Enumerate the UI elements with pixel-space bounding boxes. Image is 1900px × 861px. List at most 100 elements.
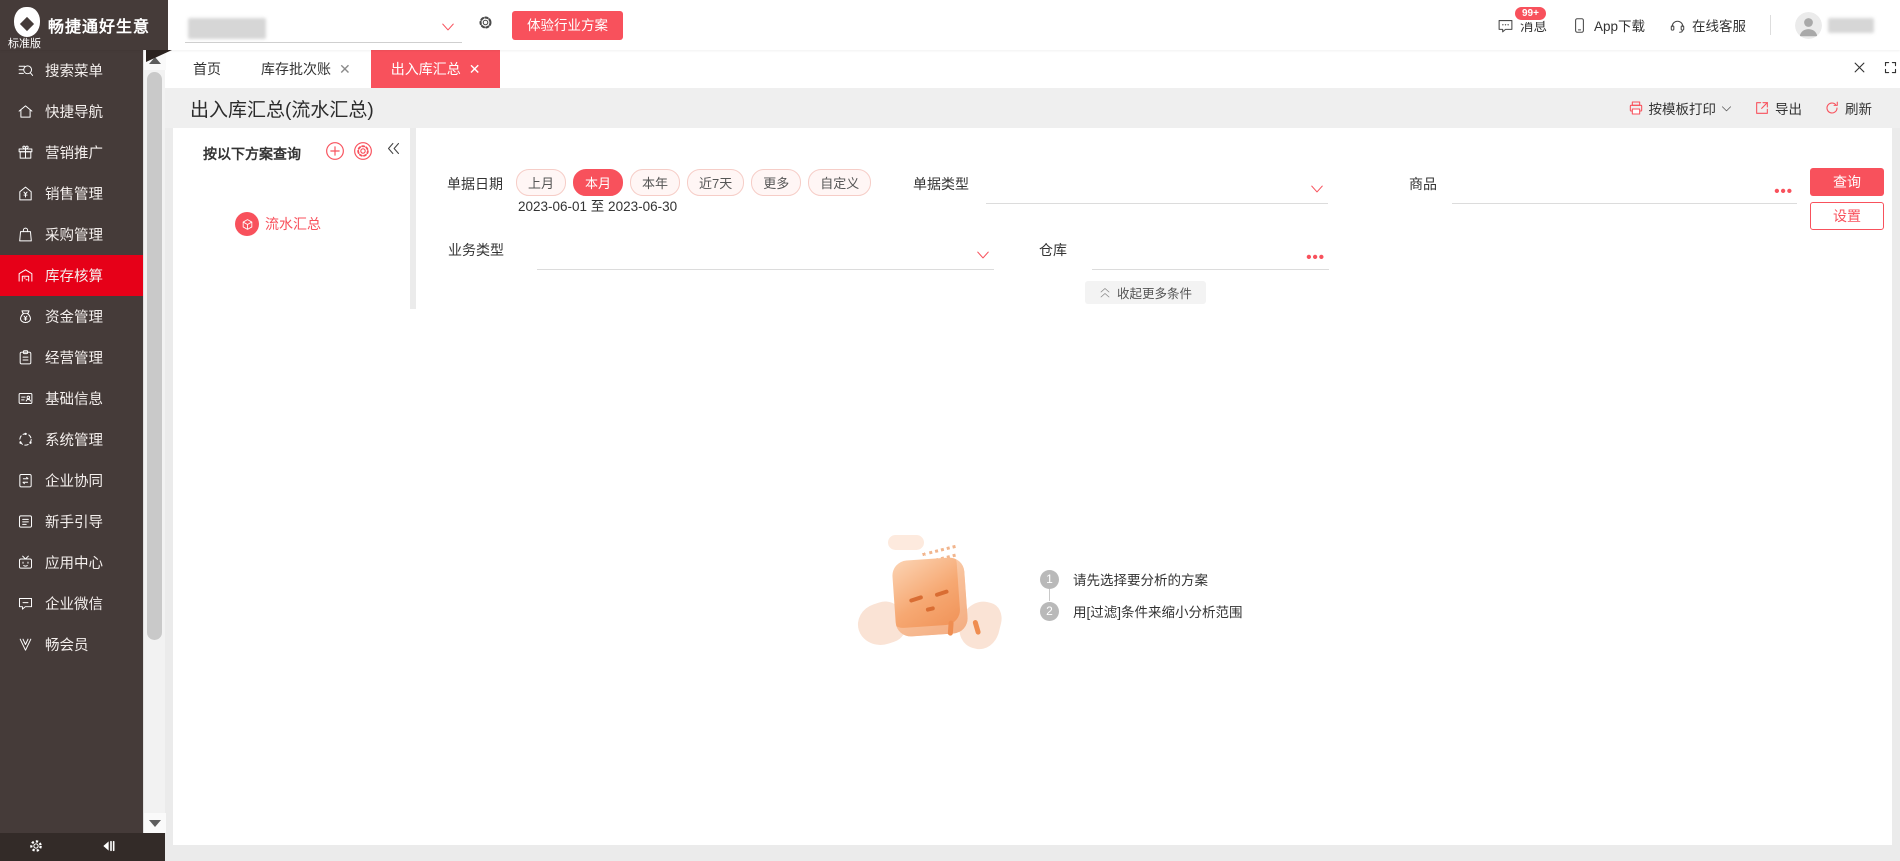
title-bar: 出入库汇总(流水汇总) 按模板打印 导出 刷新: [165, 88, 1900, 128]
print-label: 按模板打印: [1648, 102, 1717, 117]
step-number-badge: 2: [1040, 601, 1059, 621]
logo-block: 畅捷通好生意 标准版: [0, 0, 168, 50]
date-pill-group: 上月 本月 本年 近7天 更多 自定义: [516, 169, 872, 196]
chevron-down-icon[interactable]: [976, 247, 990, 263]
date-pill-custom[interactable]: 自定义: [808, 169, 872, 196]
brand-edition: 标准版: [8, 38, 41, 50]
close-icon[interactable]: [1852, 60, 1867, 78]
collapse-sidebar-icon[interactable]: [100, 838, 116, 857]
marketing-icon: [18, 145, 33, 159]
report-area: 1 请先选择要分析的方案 2 用[过滤]条件来缩小分析范围: [173, 309, 1892, 845]
date-pill-last-7-days[interactable]: 近7天: [687, 169, 745, 196]
sidebar-item-member[interactable]: 畅会员: [0, 624, 143, 665]
close-tab-icon[interactable]: ✕: [469, 62, 481, 76]
double-chevron-up-icon: [1100, 288, 1110, 298]
collapse-panel-icon[interactable]: [386, 141, 404, 161]
empty-box-illustration: [852, 535, 1006, 655]
main-area: 首页 库存批次账 ✕ 出入库汇总 ✕ 出入库汇总(流水汇总) 按模板打印 导出 …: [165, 50, 1900, 861]
chevron-down-icon[interactable]: [441, 19, 455, 35]
scrollbar-thumb[interactable]: [147, 72, 162, 640]
collapse-more-conditions-button[interactable]: 收起更多条件: [1085, 281, 1207, 304]
biz-type-select[interactable]: [537, 234, 994, 270]
date-pill-more[interactable]: 更多: [751, 169, 802, 196]
chevron-down-icon[interactable]: [1310, 181, 1324, 197]
sidebar-item-wechat[interactable]: 企业微信: [0, 583, 143, 624]
sidebar-item-inventory[interactable]: 库存核算: [0, 255, 143, 296]
date-pill-this-year[interactable]: 本年: [630, 169, 681, 196]
settings-gear-icon[interactable]: [28, 838, 44, 857]
sidebar-item-label: 营销推广: [45, 146, 103, 162]
sidebar-item-operations[interactable]: 经营管理: [0, 337, 143, 378]
query-button[interactable]: 查询: [1810, 168, 1884, 196]
close-tab-icon[interactable]: ✕: [339, 62, 351, 76]
tab-inout-summary[interactable]: 出入库汇总 ✕: [370, 50, 501, 88]
scroll-down-arrow-icon[interactable]: [144, 813, 166, 833]
fullscreen-icon[interactable]: [1883, 60, 1898, 78]
export-button[interactable]: 导出: [1754, 98, 1802, 118]
sidebar-item-collaboration[interactable]: 企业协同: [0, 460, 143, 501]
sidebar-item-label: 搜索菜单: [45, 64, 103, 80]
chevron-down-icon[interactable]: [1721, 101, 1732, 116]
scheme-item-flow-summary[interactable]: 流水汇总: [235, 212, 321, 236]
doc-type-select[interactable]: [986, 168, 1328, 204]
wechat-icon: [18, 598, 33, 610]
printer-icon: [1629, 101, 1642, 115]
sidebar-item-funds[interactable]: 资金管理: [0, 296, 143, 337]
message-icon: [1497, 17, 1514, 34]
sidebar-item-search-menu[interactable]: 搜索菜单: [0, 50, 143, 91]
add-scheme-icon[interactable]: [325, 141, 345, 161]
divider: [1770, 15, 1771, 35]
scheme-settings-icon[interactable]: [353, 141, 373, 161]
sidebar-item-label: 系统管理: [45, 433, 103, 449]
sidebar-item-label: 畅会员: [45, 638, 89, 654]
sidebar-item-quick-nav[interactable]: 快捷导航: [0, 91, 143, 132]
empty-state-steps: 1 请先选择要分析的方案 2 用[过滤]条件来缩小分析范围: [1040, 563, 1243, 627]
sidebar-item-system[interactable]: 系统管理: [0, 419, 143, 460]
doc-type-label: 单据类型: [913, 176, 969, 192]
online-service-item[interactable]: 在线客服: [1669, 15, 1746, 35]
scheme-panel-title: 按以下方案查询: [203, 146, 301, 162]
warehouse-input[interactable]: •••: [1092, 234, 1329, 270]
date-range-value[interactable]: 2023-06-01 至 2023-06-30: [518, 195, 677, 215]
purchase-icon: [19, 227, 32, 242]
refresh-button[interactable]: 刷新: [1824, 98, 1872, 118]
search-menu-icon: [18, 65, 34, 76]
gear-icon[interactable]: [477, 14, 494, 31]
company-selector[interactable]: [188, 18, 266, 39]
quick-nav-icon: [18, 105, 33, 118]
trial-plan-button[interactable]: 体验行业方案: [512, 11, 623, 40]
headset-icon: [1669, 17, 1686, 34]
app-download-item[interactable]: App下载: [1571, 15, 1645, 35]
sidebar-item-sales[interactable]: 销售管理: [0, 173, 143, 214]
sidebar-item-marketing[interactable]: 营销推广: [0, 132, 143, 173]
content-area: 按以下方案查询 流水汇总 单据日期 上月 本月 本年 近7天 更多 自定义 20…: [165, 128, 1900, 861]
cube-icon: [235, 212, 259, 236]
ellipsis-picker-icon[interactable]: •••: [1774, 184, 1793, 199]
tab-home[interactable]: 首页: [173, 50, 241, 88]
sidebar-item-label: 企业协同: [45, 474, 103, 490]
user-account[interactable]: [1795, 11, 1874, 39]
sales-icon: [19, 186, 32, 201]
sidebar-scrollbar[interactable]: [143, 50, 166, 833]
settings-button[interactable]: 设置: [1810, 202, 1884, 230]
date-pill-this-month[interactable]: 本月: [573, 169, 624, 196]
date-pill-prev-month[interactable]: 上月: [516, 169, 567, 196]
collaboration-icon: [19, 473, 32, 488]
sidebar-item-app-center[interactable]: 应用中心: [0, 542, 143, 583]
sidebar-item-guide[interactable]: 新手引导: [0, 501, 143, 542]
app-center-icon: [18, 555, 33, 569]
step-connector: [1049, 589, 1050, 601]
tab-batch-account[interactable]: 库存批次账 ✕: [241, 50, 371, 88]
collapse-label: 收起更多条件: [1117, 287, 1193, 301]
page-title: 出入库汇总(流水汇总): [190, 99, 374, 121]
ellipsis-picker-icon[interactable]: •••: [1306, 250, 1325, 265]
sidebar-item-base-info[interactable]: 基础信息: [0, 378, 143, 419]
query-scheme-panel: 按以下方案查询 流水汇总: [173, 128, 410, 309]
product-input[interactable]: •••: [1452, 168, 1797, 204]
guide-icon: [18, 515, 33, 528]
messages-item[interactable]: 消息 99+: [1497, 5, 1548, 35]
print-by-template-button[interactable]: 按模板打印: [1628, 98, 1733, 118]
member-icon: [19, 638, 32, 651]
sidebar-item-purchase[interactable]: 采购管理: [0, 214, 143, 255]
biz-type-label: 业务类型: [448, 242, 504, 258]
